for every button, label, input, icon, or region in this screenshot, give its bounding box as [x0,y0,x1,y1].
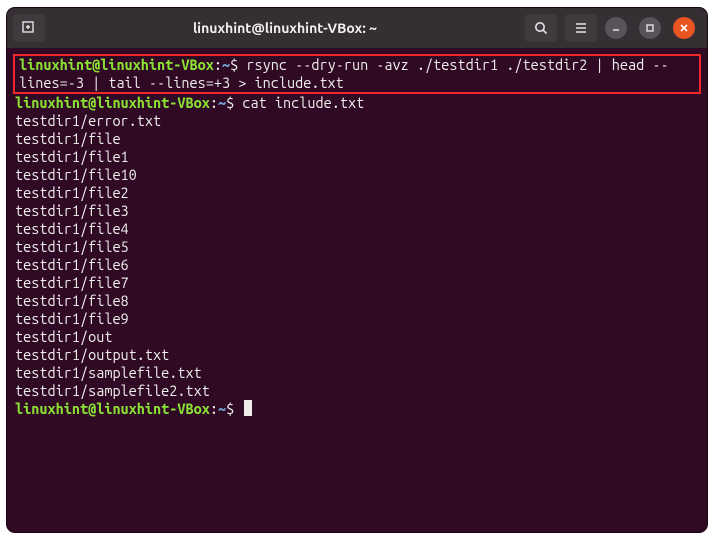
output-line: testdir1/file10 [11,166,703,184]
command-text-2: cat include.txt [242,94,364,111]
prompt-path: ~ [218,94,226,111]
prompt-dollar: $ [226,400,234,417]
close-icon [679,23,689,33]
output-line: testdir1/file9 [11,310,703,328]
search-button[interactable] [525,14,557,42]
output-line: testdir1/file1 [11,148,703,166]
output-line: testdir1/file5 [11,238,703,256]
output-line: testdir1/samplefile2.txt [11,382,703,400]
new-tab-button[interactable] [13,14,45,42]
hamburger-icon [573,20,589,36]
prompt-path: ~ [222,56,230,73]
prompt-dollar: $ [230,56,238,73]
output-line: testdir1/file4 [11,220,703,238]
maximize-button[interactable] [639,17,661,39]
titlebar: linuxhint@linuxhint-VBox: ~ [7,8,707,48]
cursor [244,400,252,416]
prompt-idle: linuxhint@linuxhint-VBox:~$ [11,400,703,418]
window-controls [605,17,701,39]
prompt-dollar: $ [226,94,234,111]
minimize-icon [611,23,621,33]
prompt-user: linuxhint@linuxhint-VBox [15,400,210,417]
menu-button[interactable] [565,14,597,42]
terminal-body[interactable]: linuxhint@linuxhint-VBox:~$ rsync --dry-… [7,48,707,532]
output-block: testdir1/error.txttestdir1/filetestdir1/… [11,112,703,400]
output-line: testdir1/error.txt [11,112,703,130]
output-line: testdir1/out [11,328,703,346]
close-button[interactable] [673,17,695,39]
prompt-user: linuxhint@linuxhint-VBox [19,56,214,73]
output-line: testdir1/file2 [11,184,703,202]
maximize-icon [645,23,655,33]
prompt-user: linuxhint@linuxhint-VBox [15,94,210,111]
output-line: testdir1/file3 [11,202,703,220]
new-tab-icon [21,20,37,36]
prompt-path: ~ [218,400,226,417]
output-line: testdir1/file6 [11,256,703,274]
window-title: linuxhint@linuxhint-VBox: ~ [53,20,517,36]
output-line: testdir1/output.txt [11,346,703,364]
output-line: testdir1/file7 [11,274,703,292]
prompt-sep: : [214,56,222,73]
prompt-sep: : [210,400,218,417]
terminal-window: linuxhint@linuxhint-VBox: ~ [7,8,707,532]
output-line: testdir1/samplefile.txt [11,364,703,382]
highlighted-command: linuxhint@linuxhint-VBox:~$ rsync --dry-… [13,54,701,94]
command-line-1: linuxhint@linuxhint-VBox:~$ rsync --dry-… [17,56,697,92]
command-line-2: linuxhint@linuxhint-VBox:~$ cat include.… [11,94,703,112]
search-icon [533,20,549,36]
prompt-sep: : [210,94,218,111]
minimize-button[interactable] [605,17,627,39]
output-line: testdir1/file8 [11,292,703,310]
output-line: testdir1/file [11,130,703,148]
